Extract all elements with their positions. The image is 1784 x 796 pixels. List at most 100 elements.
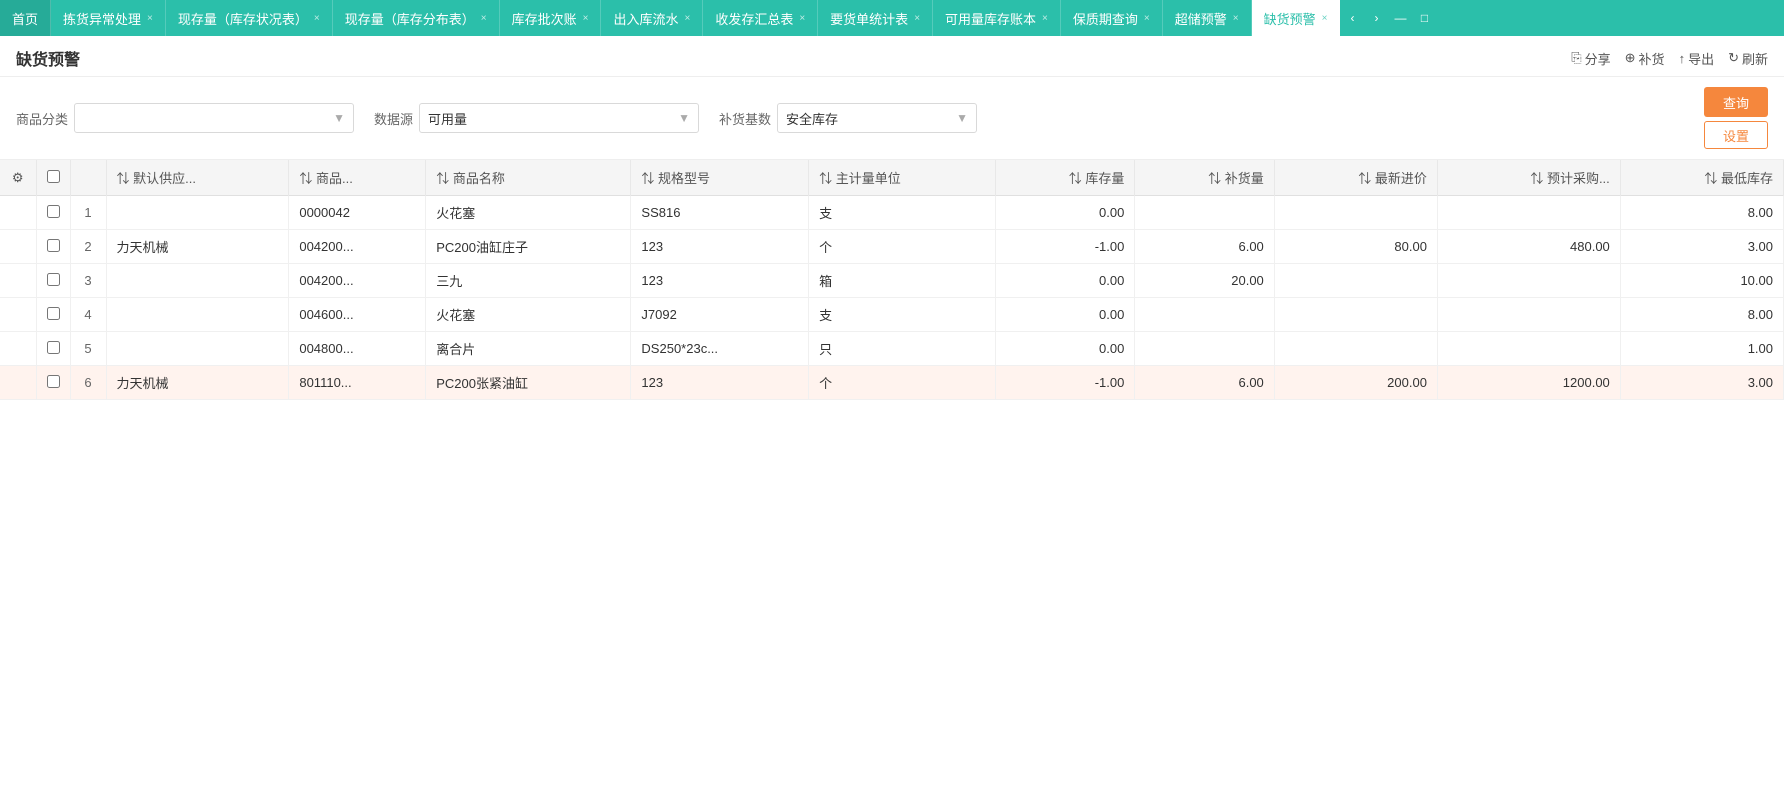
window-max-btn[interactable]: □ — [1412, 0, 1436, 36]
col-supplier[interactable]: ⇅ 默认供应... — [106, 160, 289, 196]
shortage-table: ⚙ ⇅ 默认供应... ⇅ 商品... ⇅ 商品名称 ⇅ 规格型号 ⇅ 主计量单… — [0, 160, 1784, 400]
tab-bar: 首页 拣货异常处理 × 现存量（库存状况表） × 现存量（库存分布表） × 库存… — [0, 0, 1784, 36]
row-checkbox[interactable] — [47, 273, 60, 286]
window-min-btn[interactable]: — — [1388, 0, 1412, 36]
tab-stock-dist[interactable]: 现存量（库存分布表） × — [333, 0, 500, 36]
row-supplier: 力天机械 — [106, 230, 289, 264]
row-gear — [0, 264, 36, 298]
query-button[interactable]: 查询 — [1704, 87, 1768, 117]
row-checkbox[interactable] — [47, 375, 60, 388]
row-supplier — [106, 264, 289, 298]
row-checkbox[interactable] — [47, 341, 60, 354]
sort-icon: ⇅ — [299, 171, 316, 186]
row-latest-price — [1274, 332, 1437, 366]
replenish-select-value: 安全库存 — [786, 109, 838, 128]
table-body: 1 0000042 火花塞 SS816 支 0.00 8.00 2 力天机械 0… — [0, 196, 1784, 400]
col-unit[interactable]: ⇅ 主计量单位 — [809, 160, 996, 196]
refresh-icon: ↻ — [1728, 50, 1739, 66]
row-gear — [0, 196, 36, 230]
tab-batch[interactable]: 库存批次账 × — [500, 0, 602, 36]
close-tab-overstock[interactable]: × — [1233, 13, 1239, 24]
row-unit: 支 — [809, 196, 996, 230]
close-tab-shortage[interactable]: × — [1322, 13, 1328, 24]
category-label: 商品分类 — [16, 109, 68, 128]
row-spec: 123 — [631, 366, 809, 400]
row-checkbox[interactable] — [47, 239, 60, 252]
col-min-stock[interactable]: ⇅ 最低库存 — [1620, 160, 1783, 196]
select-all-checkbox[interactable] — [47, 170, 60, 183]
close-tab-order-stats[interactable]: × — [914, 13, 920, 24]
row-unit: 个 — [809, 366, 996, 400]
share-icon: ⎘ — [1571, 50, 1581, 66]
table-container: ⚙ ⇅ 默认供应... ⇅ 商品... ⇅ 商品名称 ⇅ 规格型号 ⇅ 主计量单… — [0, 160, 1784, 796]
sort-icon: ⇅ — [819, 171, 836, 186]
refresh-button[interactable]: ↻ 刷新 — [1728, 49, 1768, 68]
close-tab-picking[interactable]: × — [147, 13, 153, 24]
export-button[interactable]: ↑ 导出 — [1679, 49, 1715, 68]
row-checkbox[interactable] — [47, 205, 60, 218]
export-icon: ↑ — [1679, 51, 1686, 66]
tab-shortage[interactable]: 缺货预警 × — [1252, 0, 1341, 36]
tab-summary[interactable]: 收发存汇总表 × — [703, 0, 818, 36]
close-tab-summary[interactable]: × — [799, 13, 805, 24]
tab-stock-status[interactable]: 现存量（库存状况表） × — [166, 0, 333, 36]
row-est-purchase: 480.00 — [1437, 230, 1620, 264]
row-gear — [0, 298, 36, 332]
sort-icon: ⇅ — [1069, 171, 1086, 186]
row-replenish: 6.00 — [1135, 366, 1274, 400]
close-tab-stock-status[interactable]: × — [314, 13, 320, 24]
row-checkbox-cell — [36, 196, 70, 230]
replenish-button[interactable]: ⊕ 补货 — [1625, 49, 1665, 68]
row-name: 火花塞 — [426, 196, 631, 230]
col-spec[interactable]: ⇅ 规格型号 — [631, 160, 809, 196]
col-stock[interactable]: ⇅ 库存量 — [995, 160, 1134, 196]
col-est-purchase[interactable]: ⇅ 预计采购... — [1437, 160, 1620, 196]
row-stock: 0.00 — [995, 196, 1134, 230]
col-replenish[interactable]: ⇅ 补货量 — [1135, 160, 1274, 196]
close-tab-stock-dist[interactable]: × — [481, 13, 487, 24]
table-row: 5 004800... 离合片 DS250*23c... 只 0.00 1.00 — [0, 332, 1784, 366]
datasource-select[interactable]: 可用量 ▼ — [419, 103, 699, 133]
row-supplier: 力天机械 — [106, 366, 289, 400]
close-tab-inout-flow[interactable]: × — [684, 13, 690, 24]
category-select[interactable]: ▼ — [74, 103, 354, 133]
row-stock: 0.00 — [995, 298, 1134, 332]
share-button[interactable]: ⎘ 分享 — [1571, 49, 1610, 68]
settings-button[interactable]: 设置 — [1704, 121, 1768, 149]
tab-overstock[interactable]: 超储预警 × — [1163, 0, 1252, 36]
close-tab-available[interactable]: × — [1042, 13, 1048, 24]
row-est-purchase — [1437, 332, 1620, 366]
close-tab-batch[interactable]: × — [583, 13, 589, 24]
tab-next-btn[interactable]: › — [1364, 0, 1388, 36]
replenish-label: 补货基数 — [719, 109, 771, 128]
tab-available[interactable]: 可用量库存账本 × — [933, 0, 1061, 36]
replenish-filter-group: 补货基数 安全库存 ▼ — [719, 103, 977, 133]
row-checkbox[interactable] — [47, 307, 60, 320]
row-min-stock: 1.00 — [1620, 332, 1783, 366]
col-settings[interactable]: ⚙ — [0, 160, 36, 196]
page-title: 缺货预警 — [16, 46, 80, 70]
col-code[interactable]: ⇅ 商品... — [289, 160, 426, 196]
table-row: 4 004600... 火花塞 J7092 支 0.00 8.00 — [0, 298, 1784, 332]
tab-prev-btn[interactable]: ‹ — [1340, 0, 1364, 36]
tab-inout-flow[interactable]: 出入库流水 × — [601, 0, 703, 36]
row-spec: DS250*23c... — [631, 332, 809, 366]
tab-picking[interactable]: 拣货异常处理 × — [51, 0, 166, 36]
row-latest-price — [1274, 298, 1437, 332]
table-header: ⚙ ⇅ 默认供应... ⇅ 商品... ⇅ 商品名称 ⇅ 规格型号 ⇅ 主计量单… — [0, 160, 1784, 196]
row-latest-price: 200.00 — [1274, 366, 1437, 400]
tab-expiry[interactable]: 保质期查询 × — [1061, 0, 1163, 36]
tab-order-stats[interactable]: 要货单统计表 × — [818, 0, 933, 36]
col-name[interactable]: ⇅ 商品名称 — [426, 160, 631, 196]
header-actions: ⎘ 分享 ⊕ 补货 ↑ 导出 ↻ 刷新 — [1571, 49, 1768, 68]
row-checkbox-cell — [36, 264, 70, 298]
datasource-label: 数据源 — [374, 109, 413, 128]
close-tab-expiry[interactable]: × — [1144, 13, 1150, 24]
tab-home[interactable]: 首页 — [0, 0, 51, 36]
row-latest-price — [1274, 196, 1437, 230]
col-latest-price[interactable]: ⇅ 最新进价 — [1274, 160, 1437, 196]
row-code: 004200... — [289, 264, 426, 298]
row-code: 004800... — [289, 332, 426, 366]
replenish-select[interactable]: 安全库存 ▼ — [777, 103, 977, 133]
row-name: PC200油缸庄子 — [426, 230, 631, 264]
